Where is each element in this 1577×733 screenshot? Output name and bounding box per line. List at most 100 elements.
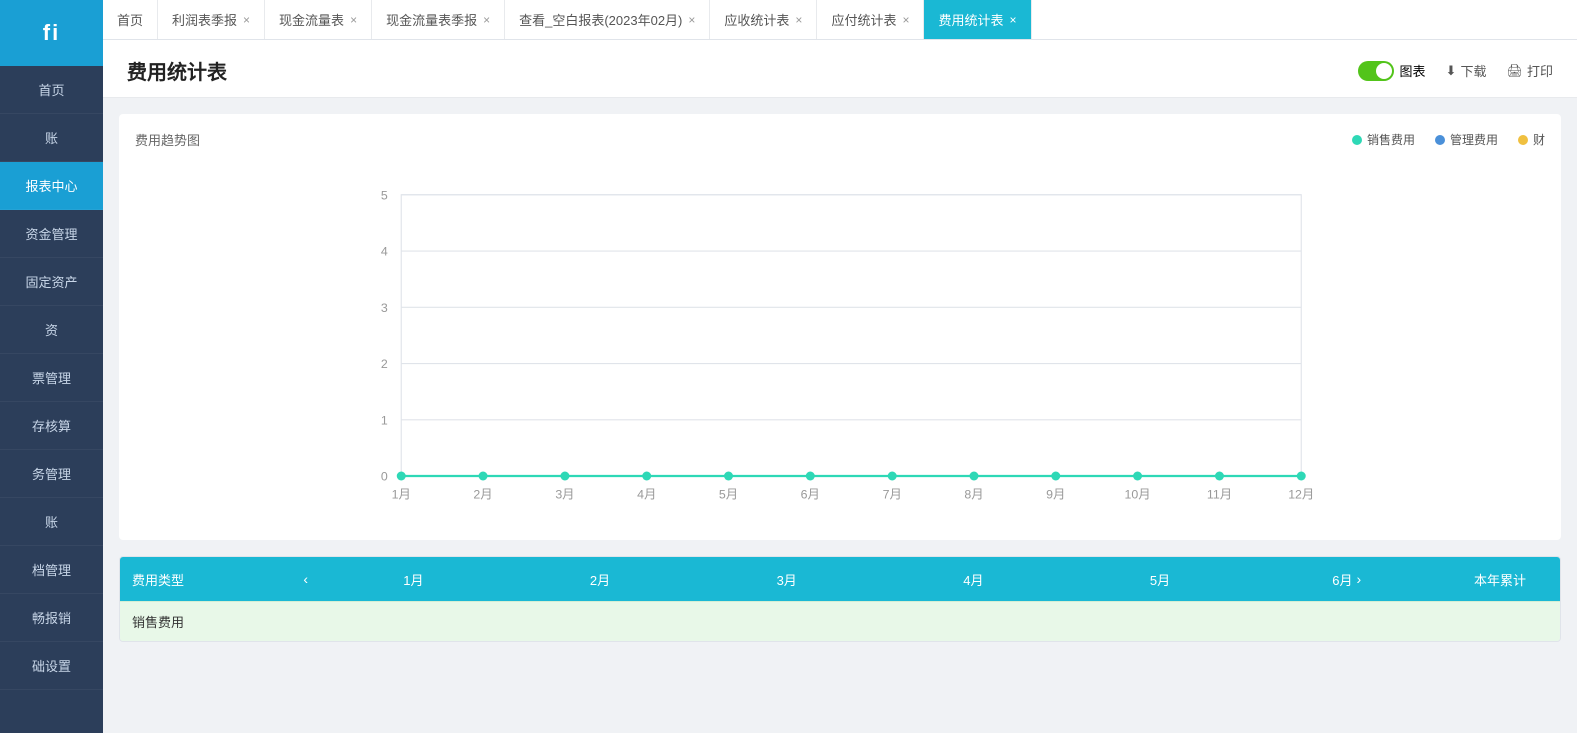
svg-text:4月: 4月	[637, 488, 656, 502]
sidebar-item-report-center[interactable]: 报表中心	[0, 162, 103, 210]
nav-prev-button[interactable]: ‹	[303, 571, 308, 587]
tab-expense-label: 费用统计表	[938, 10, 1003, 29]
sidebar-item-file-mgmt[interactable]: 档管理	[0, 546, 103, 594]
legend-sales-dot	[1352, 135, 1362, 145]
chart-toggle-wrap: 图表	[1358, 61, 1426, 81]
svg-text:12月: 12月	[1288, 488, 1314, 502]
sidebar: fi 首页 账 报表中心 资金管理 固定资产 资 票管理 存核算 务管理 账 档…	[0, 0, 103, 733]
tab-cashflow-quarterly-close[interactable]: ×	[483, 13, 490, 27]
legend-admin-dot	[1435, 135, 1445, 145]
tab-payable-label: 应付统计表	[831, 10, 896, 29]
tab-profit-label: 利润表季报	[172, 10, 237, 29]
sidebar-item-basic-settings[interactable]: 础设置	[0, 642, 103, 690]
chart-toggle[interactable]	[1358, 61, 1394, 81]
download-icon: ⬇	[1446, 63, 1457, 79]
main-area: 首页 利润表季报 × 现金流量表 × 现金流量表季报 × 查看_空白报表(202…	[103, 0, 1577, 733]
svg-text:1月: 1月	[392, 488, 411, 502]
col-ytd-header: 本年累计	[1440, 570, 1560, 589]
chart-legend: 销售费用 管理费用 财	[1352, 131, 1545, 148]
sidebar-item-investment[interactable]: 资	[0, 306, 103, 354]
col-m1-label: 1月	[403, 570, 423, 589]
col-m3-label: 3月	[777, 570, 797, 589]
sidebar-item-sub-ledger[interactable]: 账	[0, 498, 103, 546]
app-logo: fi	[0, 0, 103, 66]
col-m5-header: 5月	[1067, 570, 1254, 589]
col-type-label: 费用类型	[132, 570, 184, 589]
svg-text:7月: 7月	[883, 488, 902, 502]
col-ytd-label: 本年累计	[1474, 570, 1526, 589]
svg-text:0: 0	[381, 470, 388, 484]
svg-text:5月: 5月	[719, 488, 738, 502]
col-m3-header: 3月	[693, 570, 880, 589]
svg-text:4: 4	[381, 245, 388, 259]
chart-title: 费用趋势图	[135, 130, 200, 149]
sidebar-item-fund-mgmt[interactable]: 资金管理	[0, 210, 103, 258]
svg-text:3: 3	[381, 301, 388, 315]
legend-admin: 管理费用	[1435, 131, 1498, 148]
legend-finance-dot	[1518, 135, 1528, 145]
sidebar-item-service-mgmt[interactable]: 务管理	[0, 450, 103, 498]
svg-text:11月: 11月	[1207, 488, 1232, 502]
tab-receivable-close[interactable]: ×	[795, 13, 802, 27]
tab-blank-report[interactable]: 查看_空白报表(2023年02月) ×	[505, 0, 710, 40]
svg-text:10月: 10月	[1125, 488, 1151, 502]
line-chart-svg: 0 1 2 3 4 5	[135, 161, 1545, 521]
svg-text:1: 1	[381, 413, 388, 427]
print-label: 打印	[1527, 61, 1553, 80]
download-label: 下载	[1460, 61, 1486, 80]
legend-finance-label: 财	[1533, 131, 1545, 148]
col-type-header: 费用类型 ‹	[120, 570, 320, 589]
chart-section: 费用趋势图 销售费用 管理费用 财	[119, 114, 1561, 540]
svg-text:9月: 9月	[1046, 488, 1065, 502]
col-m4-header: 4月	[880, 570, 1067, 589]
content-area: 费用统计表 图表 ⬇ 下载 🖨 打印 费用趋势图	[103, 40, 1577, 733]
sidebar-item-expense-report[interactable]: 畅报销	[0, 594, 103, 642]
tab-expense-close[interactable]: ×	[1009, 13, 1016, 27]
tab-receivable-label: 应收统计表	[724, 10, 789, 29]
legend-finance: 财	[1518, 131, 1545, 148]
tab-cashflow-quarterly-label: 现金流量表季报	[386, 10, 477, 29]
col-m6-header: 6月 ›	[1253, 570, 1440, 589]
tab-profit[interactable]: 利润表季报 ×	[158, 0, 265, 40]
col-m2-header: 2月	[507, 570, 694, 589]
legend-admin-label: 管理费用	[1450, 131, 1498, 148]
nav-next-button[interactable]: ›	[1356, 571, 1361, 587]
svg-text:6月: 6月	[801, 488, 820, 502]
col-m5-label: 5月	[1150, 570, 1170, 589]
col-m1-header: 1月	[320, 570, 507, 589]
svg-text:5: 5	[381, 188, 388, 202]
svg-text:2: 2	[381, 357, 388, 371]
tab-blank-report-close[interactable]: ×	[688, 13, 695, 27]
table-header: 费用类型 ‹ 1月 2月 3月 4月 5月	[120, 557, 1560, 601]
col-m6-label: 6月	[1332, 570, 1352, 589]
col-m4-label: 4月	[963, 570, 983, 589]
expense-table: 费用类型 ‹ 1月 2月 3月 4月 5月	[119, 556, 1561, 642]
svg-text:3月: 3月	[555, 488, 574, 502]
tab-payable[interactable]: 应付统计表 ×	[817, 0, 924, 40]
tab-home[interactable]: 首页	[103, 0, 158, 40]
svg-text:2月: 2月	[473, 488, 492, 502]
tab-cashflow-quarterly[interactable]: 现金流量表季报 ×	[372, 0, 505, 40]
tab-cashflow[interactable]: 现金流量表 ×	[265, 0, 372, 40]
tab-expense[interactable]: 费用统计表 ×	[924, 0, 1031, 40]
chart-container: 0 1 2 3 4 5	[135, 161, 1545, 524]
legend-sales-label: 销售费用	[1367, 131, 1415, 148]
tab-home-label: 首页	[117, 10, 143, 29]
page-header: 费用统计表 图表 ⬇ 下载 🖨 打印	[103, 40, 1577, 98]
tab-profit-close[interactable]: ×	[243, 13, 250, 27]
sidebar-item-inventory[interactable]: 存核算	[0, 402, 103, 450]
page-title: 费用统计表	[127, 56, 227, 85]
print-button[interactable]: 🖨 打印	[1506, 61, 1553, 80]
sidebar-item-home[interactable]: 首页	[0, 66, 103, 114]
tab-payable-close[interactable]: ×	[902, 13, 909, 27]
tab-blank-report-label: 查看_空白报表(2023年02月)	[519, 10, 682, 29]
sidebar-item-ticket-mgmt[interactable]: 票管理	[0, 354, 103, 402]
cell-type-0: 销售费用	[120, 612, 320, 631]
chart-toggle-label: 图表	[1400, 61, 1426, 80]
tab-receivable[interactable]: 应收统计表 ×	[710, 0, 817, 40]
sidebar-item-ledger[interactable]: 账	[0, 114, 103, 162]
sidebar-item-fixed-assets[interactable]: 固定资产	[0, 258, 103, 306]
legend-sales: 销售费用	[1352, 131, 1415, 148]
tab-cashflow-close[interactable]: ×	[350, 13, 357, 27]
download-button[interactable]: ⬇ 下载	[1446, 61, 1487, 80]
